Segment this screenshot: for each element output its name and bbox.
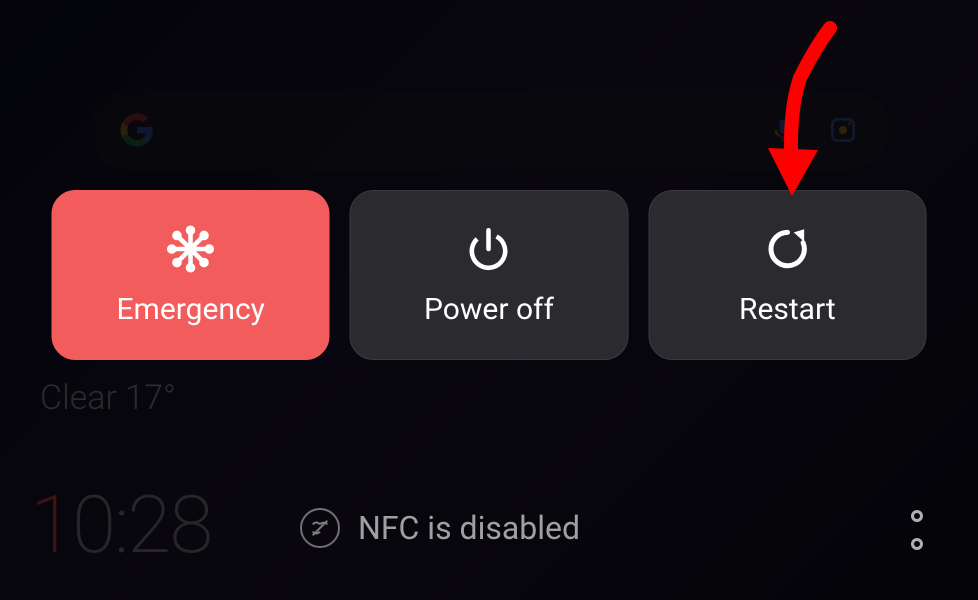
- power-icon: [464, 224, 514, 274]
- emergency-label: Emergency: [116, 292, 264, 327]
- restart-button[interactable]: Restart: [648, 190, 926, 360]
- nfc-notification[interactable]: NFC is disabled: [300, 508, 580, 548]
- nfc-text: NFC is disabled: [358, 509, 580, 547]
- restart-label: Restart: [739, 292, 836, 327]
- more-options-button[interactable]: [911, 510, 923, 550]
- annotation-arrow-icon: [740, 18, 850, 208]
- emergency-button[interactable]: Emergency: [52, 190, 330, 360]
- emergency-icon: [166, 224, 216, 274]
- power-off-label: Power off: [424, 292, 554, 327]
- nfc-disabled-icon: [300, 508, 340, 548]
- dot-icon: [911, 538, 923, 550]
- power-menu: Emergency Power off Restart: [52, 190, 927, 360]
- restart-icon: [762, 224, 812, 274]
- dot-icon: [911, 510, 923, 522]
- power-off-button[interactable]: Power off: [350, 190, 628, 360]
